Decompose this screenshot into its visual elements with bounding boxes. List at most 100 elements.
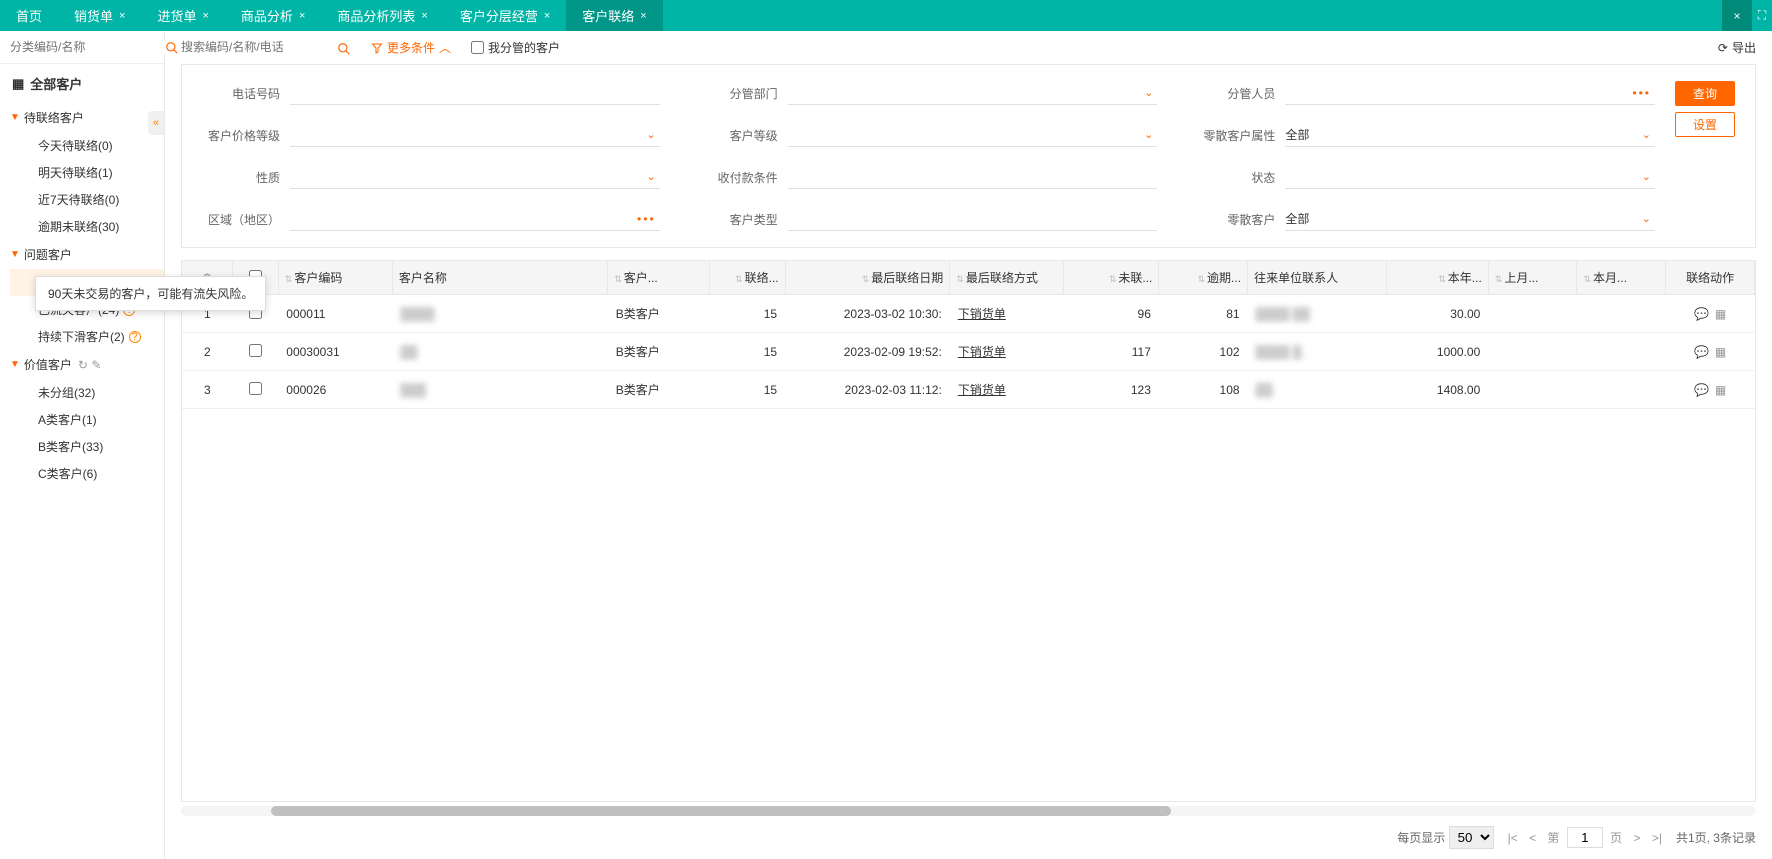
col-header[interactable]: 往来单位联系人 [1248,261,1387,295]
tree-group-problem[interactable]: ▼问题客户 [10,240,164,269]
cell-contact: 15 [709,295,785,333]
filter-scatter-cust[interactable]: 全部⌄ [1285,207,1655,231]
tree-item[interactable]: A类客户(1) [10,406,164,433]
chat-icon[interactable]: 💬 [1694,345,1709,359]
apps-icon: ▦ [12,76,24,92]
chevron-down-icon[interactable]: ⌄ [1144,86,1153,99]
settings-button[interactable]: 设置 [1675,112,1735,137]
close-icon[interactable]: × [202,10,208,22]
tree-group-value[interactable]: ▼价值客户↻ ✎ [10,350,164,379]
sidebar-search-input[interactable] [10,40,165,54]
col-header[interactable]: 客户名称 [392,261,607,295]
table-row[interactable]: 200030031██B类客户152023-02-09 19:52:下销货单11… [182,333,1755,371]
query-button[interactable]: 查询 [1675,81,1735,106]
checkbox[interactable] [471,41,484,54]
close-icon[interactable]: × [119,10,125,22]
edit-icon[interactable]: ✎ [91,358,101,372]
close-icon[interactable]: × [421,10,427,22]
sidebar-all-customers[interactable]: ▦ 全部客户 [0,64,164,103]
filter-nature[interactable]: ⌄ [290,165,660,189]
tab-home[interactable]: 首页 [0,0,58,31]
col-header[interactable]: ⇅未联... [1064,261,1159,295]
col-header[interactable]: ⇅最后联络方式 [950,261,1064,295]
sidebar-collapse-button[interactable]: « [148,111,164,135]
chevron-down-icon[interactable]: ⌄ [1642,170,1651,183]
page-input[interactable] [1567,827,1603,848]
col-header[interactable]: ⇅客户... [608,261,709,295]
first-page-button[interactable]: |< [1508,831,1518,845]
qr-icon[interactable]: ▦ [1715,383,1726,397]
tab-purchase[interactable]: 进货单× [141,0,224,31]
tab-customer-contact[interactable]: 客户联络× [566,0,662,31]
expand-icon[interactable]: ⛶ [1752,0,1772,31]
qr-icon[interactable]: ▦ [1715,307,1726,321]
cell-way[interactable]: 下销货单 [950,371,1064,409]
cell-way[interactable]: 下销货单 [950,333,1064,371]
chat-icon[interactable]: 💬 [1694,383,1709,397]
last-page-button[interactable]: >| [1652,831,1662,845]
filter-region[interactable]: ••• [290,207,660,231]
close-icon[interactable]: × [544,10,550,22]
row-checkbox[interactable] [249,382,262,395]
chat-icon[interactable]: 💬 [1694,307,1709,321]
col-header[interactable]: ⇅最后联络日期 [785,261,950,295]
col-header[interactable]: ⇅联络... [709,261,785,295]
close-all-tabs-button[interactable]: × [1722,0,1752,31]
col-header[interactable]: ⇅本月... [1577,261,1666,295]
col-header[interactable]: ⇅逾期... [1159,261,1248,295]
tab-product-list[interactable]: 商品分析列表× [321,0,443,31]
table-row[interactable]: 3000026███B类客户152023-02-03 11:12:下销货单123… [182,371,1755,409]
filter-scatter-attr[interactable]: 全部⌄ [1285,123,1655,147]
export-button[interactable]: ⟳ 导出 [1718,39,1756,56]
chevron-down-icon[interactable]: ⌄ [1144,128,1153,141]
col-header[interactable]: ⇅本年... [1387,261,1488,295]
close-icon[interactable]: × [299,10,305,22]
help-icon[interactable]: ? [129,331,141,343]
tab-customer-tier[interactable]: 客户分层经营× [444,0,566,31]
filter-person[interactable]: ••• [1285,81,1655,105]
tree-item[interactable]: 明天待联络(1) [10,159,164,186]
chevron-down-icon[interactable]: ⌄ [1642,128,1651,141]
tree-group-pending[interactable]: ▼待联络客户 [10,103,164,132]
chevron-down-icon[interactable]: ⌄ [1642,212,1651,225]
filter-cust-type[interactable] [788,207,1158,231]
cell-way[interactable]: 下销货单 [950,295,1064,333]
horizontal-scrollbar[interactable] [181,806,1756,816]
chevron-down-icon[interactable]: ⌄ [646,170,655,183]
search-icon[interactable] [337,39,351,55]
filter-phone[interactable] [290,81,660,105]
filter-status[interactable]: ⌄ [1285,165,1655,189]
tree-item[interactable]: B类客户(33) [10,433,164,460]
col-header[interactable]: ⇅客户编码 [278,261,392,295]
filter-cust-level[interactable]: ⌄ [788,123,1158,147]
next-page-button[interactable]: > [1633,831,1640,845]
tree-item[interactable]: 近7天待联络(0) [10,186,164,213]
my-customers-checkbox[interactable]: 我分管的客户 [471,39,560,56]
qr-icon[interactable]: ▦ [1715,345,1726,359]
search-input[interactable] [181,40,337,54]
tree-item[interactable]: C类客户(6) [10,460,164,487]
tree-item[interactable]: 逾期未联络(30) [10,213,164,240]
tab-product-analysis[interactable]: 商品分析× [225,0,321,31]
tree-item[interactable]: 未分组(32) [10,379,164,406]
filter-payment[interactable] [788,165,1158,189]
cell-date: 2023-03-02 10:30: [785,295,950,333]
tab-sales[interactable]: 销货单× [58,0,141,31]
refresh-icon[interactable]: ↻ [78,358,88,372]
more-filters-button[interactable]: 更多条件 ︿ [371,39,451,56]
search-icon[interactable] [165,39,179,55]
more-icon[interactable]: ••• [1632,86,1651,100]
close-icon[interactable]: × [640,10,646,22]
filter-price-level[interactable]: ⌄ [290,123,660,147]
chevron-down-icon[interactable]: ⌄ [646,128,655,141]
prev-page-button[interactable]: < [1529,831,1536,845]
page-size-select[interactable]: 50 [1449,826,1494,849]
more-icon[interactable]: ••• [637,212,656,226]
col-header[interactable]: ⇅上月... [1488,261,1577,295]
tree-item[interactable]: 今天待联络(0) [10,132,164,159]
filter-label: 分管人员 [1197,85,1275,102]
table-row[interactable]: 1000011████B类客户152023-03-02 10:30:下销货单96… [182,295,1755,333]
tree-item[interactable]: 持续下滑客户(2)? [10,323,164,350]
row-checkbox[interactable] [249,344,262,357]
filter-dept[interactable]: ⌄ [788,81,1158,105]
